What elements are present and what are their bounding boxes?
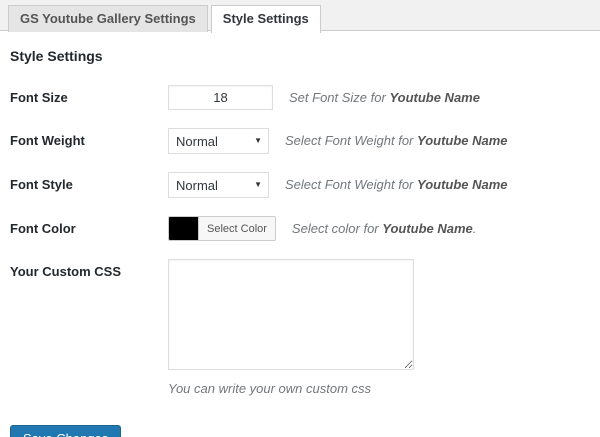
page-title: Style Settings bbox=[10, 48, 103, 64]
font-style-select[interactable]: Normal bbox=[168, 172, 269, 198]
font-style-label: Font Style bbox=[10, 177, 73, 192]
font-size-input[interactable] bbox=[168, 85, 273, 110]
select-color-button-label: Select Color bbox=[198, 216, 276, 241]
font-weight-row: Font Weight Normal ▼ Select Font Weight … bbox=[10, 128, 588, 154]
custom-css-help: You can write your own custom css bbox=[168, 381, 372, 396]
font-weight-label: Font Weight bbox=[10, 133, 85, 148]
font-color-row: Font Color Select Color Select color for… bbox=[10, 216, 588, 241]
font-style-row: Font Style Normal ▼ Select Font Weight f… bbox=[10, 172, 588, 198]
font-size-help: Set Font Size for Youtube Name bbox=[289, 90, 480, 105]
font-color-label: Font Color bbox=[10, 221, 76, 236]
custom-css-textarea[interactable] bbox=[168, 259, 414, 370]
custom-css-label: Your Custom CSS bbox=[10, 264, 121, 279]
font-color-help: Select color for Youtube Name. bbox=[291, 221, 477, 236]
tab-gs-youtube-gallery-settings[interactable]: GS Youtube Gallery Settings bbox=[8, 5, 208, 32]
tab-style-settings[interactable]: Style Settings bbox=[210, 5, 321, 33]
font-weight-select[interactable]: Normal bbox=[168, 128, 269, 154]
save-changes-button[interactable]: Save Changes bbox=[10, 425, 122, 437]
color-picker-button[interactable]: Select Color bbox=[168, 216, 276, 241]
font-style-help: Select Font Weight for Youtube Name bbox=[285, 177, 508, 192]
color-swatch bbox=[168, 216, 198, 241]
font-size-row: Font Size Set Font Size for Youtube Name bbox=[10, 85, 588, 110]
tab-bar: GS Youtube Gallery Settings Style Setting… bbox=[0, 0, 600, 33]
settings-panel: Style Settings Font Size Set Font Size f… bbox=[0, 31, 600, 437]
custom-css-row: Your Custom CSS You can write your own c… bbox=[10, 259, 588, 396]
font-weight-help: Select Font Weight for Youtube Name bbox=[285, 133, 508, 148]
font-size-label: Font Size bbox=[10, 90, 68, 105]
